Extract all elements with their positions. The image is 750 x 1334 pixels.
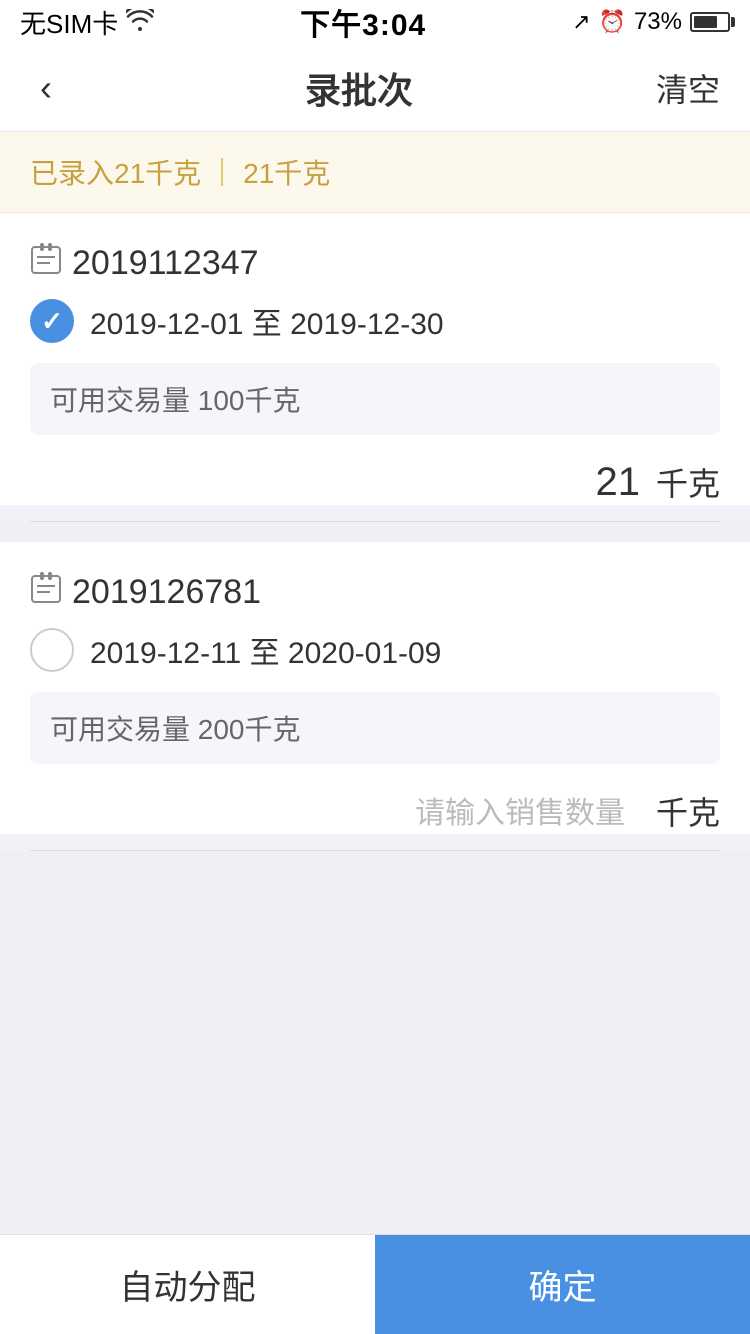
batch-item-1: 2019112347 2019-12-01 至 2019-12-30 可用交易量… [0, 213, 750, 435]
batch2-icon [30, 572, 62, 612]
batch2-date: 2019-12-11 至 2020-01-09 [90, 628, 441, 672]
batch1-available-qty: 可用交易量 100千克 [30, 363, 720, 435]
batch2-input-unit: 千克 [656, 788, 720, 834]
batch2-available-qty: 可用交易量 200千克 [30, 692, 720, 764]
total-text: 21千克 [243, 152, 330, 192]
status-right: ↗ ⏰ 73% [572, 8, 730, 36]
already-recorded-text: 已录入21千克 [30, 152, 201, 192]
batch1-date: 2019-12-01 至 2019-12-30 [90, 299, 444, 343]
page-title: 录批次 [305, 62, 413, 114]
batch1-qty-value: 21 [595, 460, 640, 505]
batch1-header: 2019112347 [30, 243, 720, 283]
info-divider [221, 158, 223, 186]
batch2-number: 2019126781 [72, 573, 261, 612]
status-left: 无SIM卡 [20, 4, 154, 41]
location-icon: ↗ [572, 9, 590, 35]
batch1-icon [30, 243, 62, 283]
batch1-qty-row: 21 千克 [0, 435, 750, 505]
batch2-checkbox[interactable] [30, 628, 74, 672]
clear-button[interactable]: 清空 [656, 65, 720, 111]
alarm-icon: ⏰ [599, 9, 626, 35]
batch2-date-row[interactable]: 2019-12-11 至 2020-01-09 [30, 628, 720, 672]
carrier-text: 无SIM卡 [20, 4, 118, 41]
status-time: 下午3:04 [300, 0, 426, 44]
battery-icon [690, 12, 730, 32]
back-button[interactable]: ‹ [30, 57, 62, 119]
nav-bar: ‹ 录批次 清空 [0, 44, 750, 132]
status-bar: 无SIM卡 下午3:04 ↗ ⏰ 73% [0, 0, 750, 44]
info-banner: 已录入21千克 21千克 [0, 132, 750, 213]
batch2-qty-input[interactable] [340, 790, 640, 832]
batch2-input-row[interactable]: 千克 [0, 764, 750, 834]
wifi-icon [126, 7, 154, 38]
batch2-header: 2019126781 [30, 572, 720, 612]
batch1-checkbox[interactable] [30, 299, 74, 343]
batch1-number: 2019112347 [72, 244, 259, 283]
card-divider [0, 522, 750, 542]
auto-distribute-button[interactable]: 自动分配 [0, 1235, 375, 1334]
confirm-button[interactable]: 确定 [375, 1235, 750, 1334]
batch1-date-row[interactable]: 2019-12-01 至 2019-12-30 [30, 299, 720, 343]
batch1-qty-unit: 千克 [656, 459, 720, 505]
batch-item-2: 2019126781 2019-12-11 至 2020-01-09 可用交易量… [0, 542, 750, 764]
bottom-bar: 自动分配 确定 [0, 1234, 750, 1334]
battery-percent: 73% [634, 8, 682, 36]
empty-area [0, 851, 750, 1271]
